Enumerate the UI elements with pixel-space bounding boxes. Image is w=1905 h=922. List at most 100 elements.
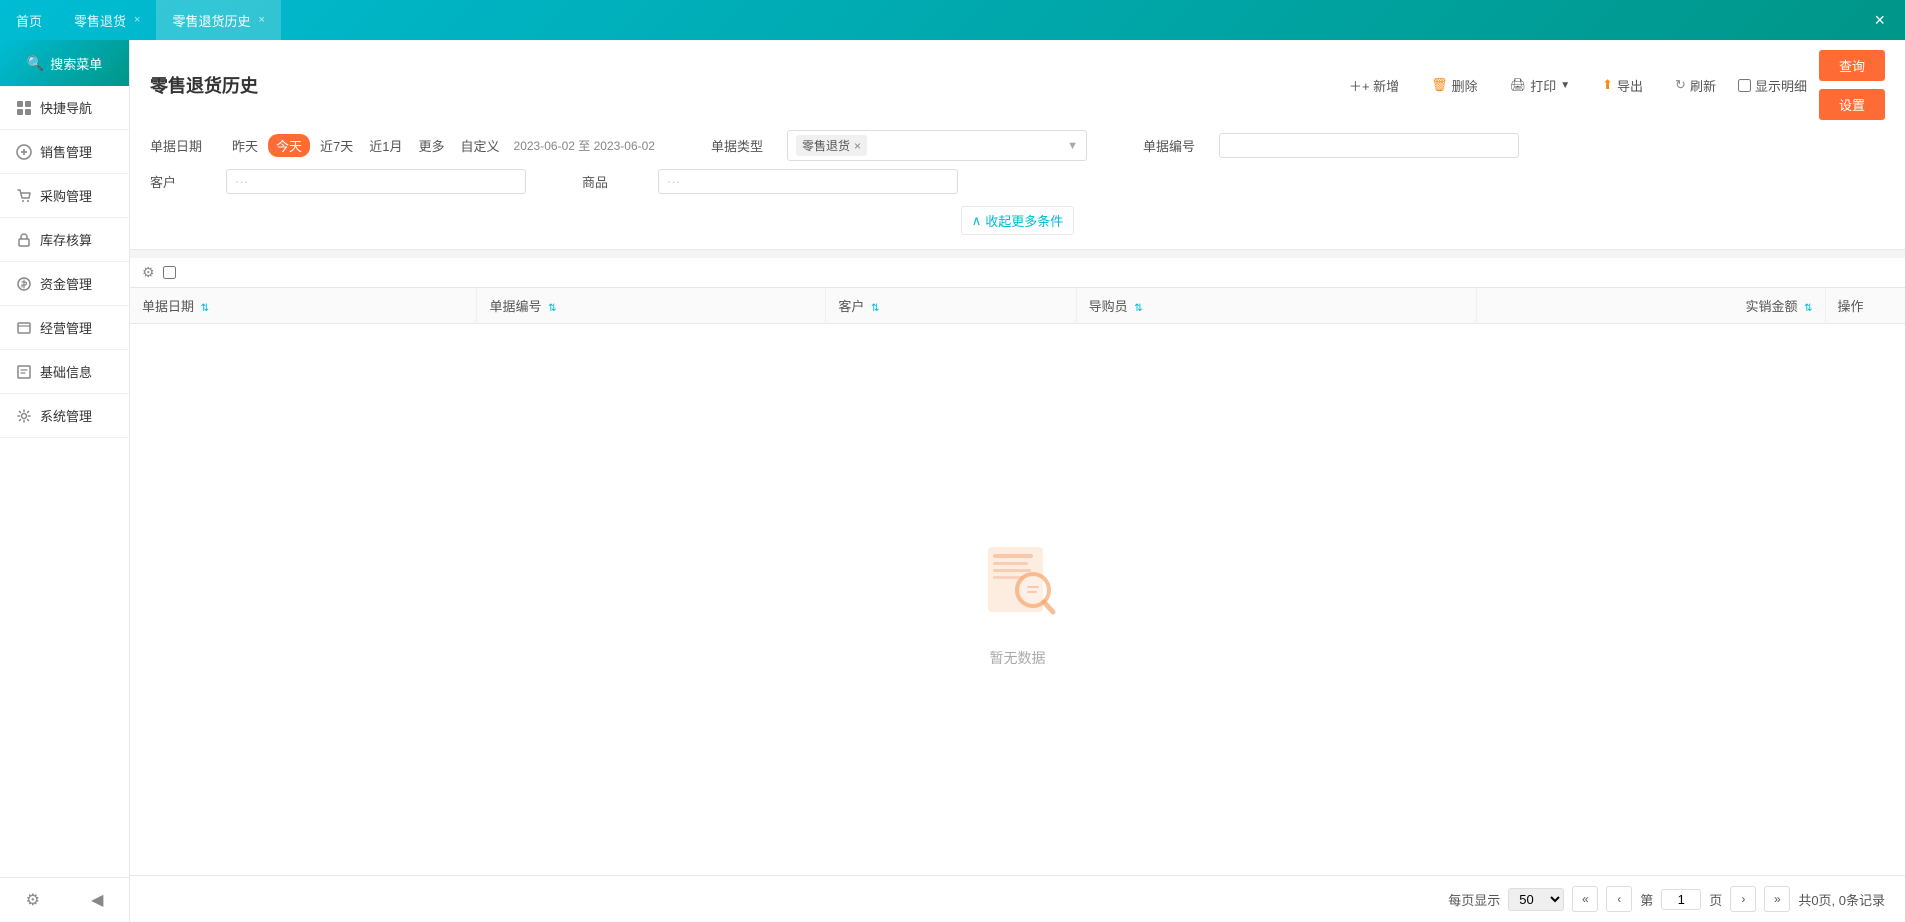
- collapse-filter-btn[interactable]: ∧ 收起更多条件: [961, 206, 1075, 235]
- doc-type-select[interactable]: 零售退货 × ▼: [787, 130, 1087, 161]
- content-area: 零售退货历史 ＋ + 新增 🗑 删除 🖨 打印 ▼: [130, 40, 1905, 922]
- sidebar-item-system[interactable]: 系统管理: [0, 394, 129, 438]
- sidebar-search-label: 搜索菜单: [50, 54, 102, 73]
- sidebar-item-quick-nav[interactable]: 快捷导航: [0, 86, 129, 130]
- date-label: 单据日期: [150, 136, 210, 155]
- refresh-icon: ↻: [1675, 77, 1686, 93]
- sidebar-item-label: 采购管理: [40, 186, 92, 205]
- tab-retail-return-history[interactable]: 零售退货历史 ×: [156, 0, 280, 40]
- col-number: 单据编号 ⇅: [477, 288, 826, 324]
- date-opt-more[interactable]: 更多: [413, 134, 451, 157]
- table-settings-icon[interactable]: ⚙: [142, 264, 155, 281]
- basic-info-icon: [16, 364, 32, 380]
- per-page-select[interactable]: 50 20 100: [1508, 888, 1564, 911]
- delete-icon: 🗑: [1431, 77, 1448, 93]
- empty-state: 暂无数据: [130, 324, 1905, 875]
- delete-button[interactable]: 🗑 删除: [1421, 72, 1488, 99]
- purchase-icon: [16, 188, 32, 204]
- col-operation: 操作: [1825, 288, 1905, 324]
- sidebar-item-label: 基础信息: [40, 362, 92, 381]
- sidebar-item-sales[interactable]: 销售管理: [0, 130, 129, 174]
- filter-row-1: 单据日期 昨天 今天 近7天 近1月 更多 自定义 2023-06-02 至 2…: [150, 130, 1885, 161]
- col-actual-amount: 实销金额 ⇅: [1476, 288, 1825, 324]
- data-table: 单据日期 ⇅ 单据编号 ⇅ 客户 ⇅ 导购员 ⇅: [130, 288, 1905, 324]
- sidebar-item-label: 经营管理: [40, 318, 92, 337]
- window-close-button[interactable]: ×: [1864, 6, 1895, 35]
- dropdown-arrow: ▼: [1067, 140, 1078, 152]
- empty-text: 暂无数据: [990, 648, 1046, 668]
- sidebar-item-operations[interactable]: 经营管理: [0, 306, 129, 350]
- sidebar-collapse-btn[interactable]: ◀: [83, 886, 111, 914]
- sidebar-item-purchase[interactable]: 采购管理: [0, 174, 129, 218]
- goods-select[interactable]: ···: [658, 169, 958, 194]
- sort-customer-icon[interactable]: ⇅: [871, 303, 879, 314]
- per-page-label: 每页显示: [1448, 890, 1500, 909]
- customer-select[interactable]: ···: [226, 169, 526, 194]
- tab-retail-return[interactable]: 零售退货 ×: [58, 0, 156, 40]
- collapse-btn-label: 收起更多条件: [985, 211, 1063, 230]
- query-button[interactable]: 查询: [1819, 50, 1885, 81]
- export-icon: ⬆: [1602, 77, 1613, 93]
- doc-num-label: 单据编号: [1143, 136, 1203, 155]
- sidebar-item-label: 快捷导航: [40, 98, 92, 117]
- search-icon: 🔍: [27, 55, 44, 72]
- sidebar-item-finance[interactable]: 资金管理: [0, 262, 129, 306]
- total-info: 共0页, 0条记录: [1798, 890, 1885, 909]
- date-options: 昨天 今天 近7天 近1月 更多 自定义 2023-06-02 至 2023-0…: [226, 134, 655, 157]
- sidebar-item-label: 系统管理: [40, 406, 92, 425]
- first-page-btn[interactable]: «: [1572, 886, 1598, 912]
- page-header: 零售退货历史 ＋ + 新增 🗑 删除 🖨 打印 ▼: [130, 40, 1905, 250]
- next-page-btn[interactable]: ›: [1730, 886, 1756, 912]
- prev-page-btn[interactable]: ‹: [1606, 886, 1632, 912]
- sort-amount-icon[interactable]: ⇅: [1804, 303, 1812, 314]
- sort-guide-icon[interactable]: ⇅: [1134, 303, 1142, 314]
- date-opt-7days[interactable]: 近7天: [314, 134, 359, 157]
- refresh-button[interactable]: ↻ 刷新: [1665, 72, 1726, 99]
- print-icon: 🖨: [1510, 77, 1527, 93]
- inventory-icon: [16, 232, 32, 248]
- tab-retail-return-history-close[interactable]: ×: [258, 14, 264, 26]
- sidebar-item-label: 资金管理: [40, 274, 92, 293]
- date-opt-custom[interactable]: 自定义: [455, 134, 506, 157]
- topbar-tabs: 首页 零售退货 × 零售退货历史 ×: [0, 0, 1864, 40]
- page-input[interactable]: [1661, 889, 1701, 910]
- system-icon: [16, 408, 32, 424]
- pagination: 每页显示 50 20 100 « ‹ 第 页 › » 共0页, 0条记录: [130, 875, 1905, 922]
- doc-type-tag-close[interactable]: ×: [854, 139, 861, 153]
- new-button[interactable]: ＋ + 新增: [1339, 72, 1409, 99]
- empty-icon: [968, 532, 1068, 632]
- table-toolbar: ⚙: [130, 258, 1905, 288]
- print-dropdown-icon: ▼: [1560, 80, 1570, 91]
- sort-number-icon[interactable]: ⇅: [548, 303, 556, 314]
- sidebar: 🔍 搜索菜单 快捷导航 销售管理 采购管理 库存核算: [0, 40, 130, 922]
- date-opt-yesterday[interactable]: 昨天: [226, 134, 264, 157]
- date-opt-today[interactable]: 今天: [268, 134, 310, 157]
- page-unit: 页: [1709, 890, 1722, 909]
- sidebar-item-basic-info[interactable]: 基础信息: [0, 350, 129, 394]
- sidebar-settings-btn[interactable]: ⚙: [18, 886, 48, 914]
- operations-icon: [16, 320, 32, 336]
- settings-button[interactable]: 设置: [1819, 89, 1885, 120]
- tab-home[interactable]: 首页: [0, 0, 58, 40]
- col-date: 单据日期 ⇅: [130, 288, 477, 324]
- doc-type-tag: 零售退货 ×: [796, 135, 867, 156]
- select-all-checkbox[interactable]: [163, 266, 176, 279]
- quick-nav-icon: [16, 100, 32, 116]
- customer-label: 客户: [150, 172, 210, 191]
- sidebar-item-inventory[interactable]: 库存核算: [0, 218, 129, 262]
- sales-icon: [16, 144, 32, 160]
- table-container: ⚙ 单据日期 ⇅ 单据编号 ⇅ 客户: [130, 258, 1905, 875]
- doc-type-label: 单据类型: [711, 136, 771, 155]
- export-button[interactable]: ⬆ 导出: [1592, 72, 1653, 99]
- show-detail-checkbox[interactable]: [1738, 79, 1751, 92]
- main-layout: 🔍 搜索菜单 快捷导航 销售管理 采购管理 库存核算: [0, 40, 1905, 922]
- page-title: 零售退货历史: [150, 72, 258, 98]
- last-page-btn[interactable]: »: [1764, 886, 1790, 912]
- show-detail-label[interactable]: 显示明细: [1738, 76, 1807, 95]
- date-opt-1month[interactable]: 近1月: [363, 134, 408, 157]
- sort-date-icon[interactable]: ⇅: [201, 303, 209, 314]
- print-button[interactable]: 🖨 打印 ▼: [1500, 72, 1580, 99]
- tab-retail-return-close[interactable]: ×: [134, 14, 140, 26]
- doc-num-input[interactable]: [1219, 133, 1519, 158]
- sidebar-search[interactable]: 🔍 搜索菜单: [0, 40, 129, 86]
